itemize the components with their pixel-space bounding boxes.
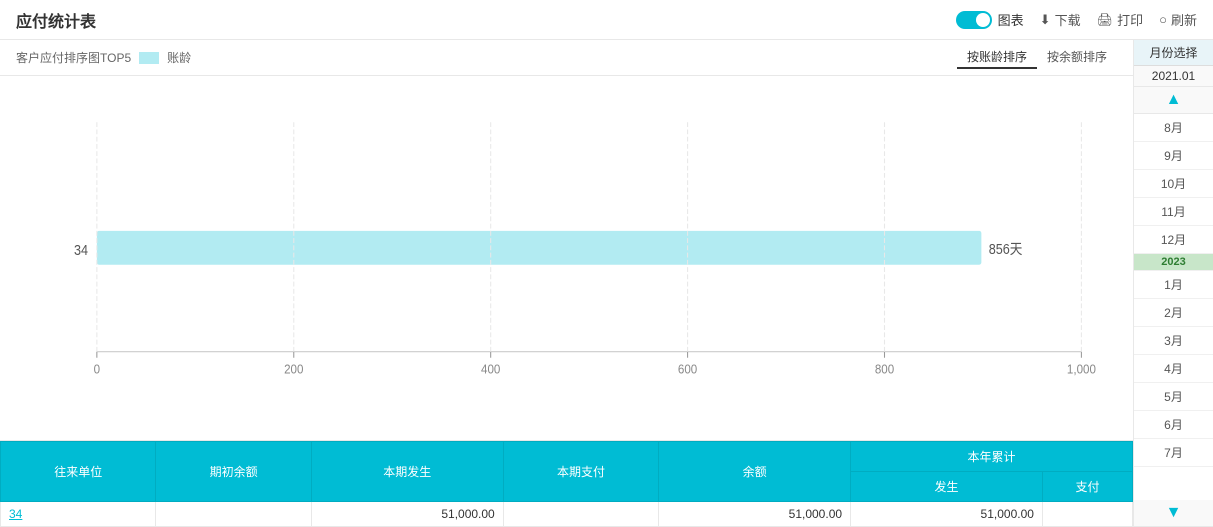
svg-text:0: 0 — [94, 362, 101, 377]
chart-toggle-wrap[interactable]: 图表 — [956, 10, 1024, 29]
print-button[interactable]: 🖨 打印 — [1097, 10, 1144, 29]
th-opening-balance: 期初余额 — [156, 442, 311, 502]
sidebar-item-sep[interactable]: 9月 — [1134, 142, 1213, 170]
page-header: 应付统计表 图表 ⬇ 下载 🖨 打印 ○ 刷新 — [0, 0, 1213, 40]
sidebar-item-jun[interactable]: 6月 — [1134, 411, 1213, 439]
download-icon: ⬇ — [1040, 12, 1051, 28]
chart-toggle-label: 图表 — [998, 10, 1024, 29]
td-ytd-occurrence: 51,000.00 — [851, 502, 1043, 527]
td-ytd-payment — [1042, 502, 1132, 527]
chart-toggle[interactable] — [956, 11, 992, 29]
th-ytd-payment: 支付 — [1042, 472, 1132, 502]
legend-label: 客户应付排序图TOP5 — [16, 49, 131, 66]
svg-text:600: 600 — [678, 362, 697, 377]
sidebar: 月份选择 2021.01 ▲ 8月 9月 10月 11月 12月 2023 1月… — [1133, 40, 1213, 527]
chart-legend: 客户应付排序图TOP5 账龄 — [16, 49, 191, 66]
th-balance: 余额 — [659, 442, 851, 502]
page-title: 应付统计表 — [16, 8, 96, 32]
main-content: 客户应付排序图TOP5 账龄 按账龄排序 按余额排序 34 856天 — [0, 40, 1213, 527]
data-table: 往来单位 期初余额 本期发生 本期支付 余额 本年累计 发生 支付 — [0, 441, 1133, 527]
th-ytd: 本年累计 — [851, 442, 1133, 472]
svg-text:856天: 856天 — [989, 241, 1023, 257]
table-section: 往来单位 期初余额 本期发生 本期支付 余额 本年累计 发生 支付 — [0, 440, 1133, 527]
legend-box — [139, 52, 159, 64]
th-current-payment: 本期支付 — [503, 442, 658, 502]
svg-text:800: 800 — [875, 362, 894, 377]
sidebar-item-nov[interactable]: 11月 — [1134, 198, 1213, 226]
chart-svg: 34 856天 0 200 400 600 — [60, 86, 1113, 400]
sidebar-current-date: 2021.01 — [1134, 66, 1213, 87]
sidebar-header: 月份选择 — [1134, 40, 1213, 66]
td-vendor[interactable]: 34 — [1, 502, 156, 527]
sidebar-item-aug[interactable]: 8月 — [1134, 114, 1213, 142]
header-actions: 图表 ⬇ 下载 🖨 打印 ○ 刷新 — [956, 10, 1197, 29]
sidebar-item-mar[interactable]: 3月 — [1134, 327, 1213, 355]
print-label: 打印 — [1117, 10, 1143, 29]
refresh-icon: ○ — [1159, 12, 1167, 27]
chart-section: 客户应付排序图TOP5 账龄 按账龄排序 按余额排序 34 856天 — [0, 40, 1133, 527]
svg-text:1,000: 1,000 — [1067, 362, 1096, 377]
refresh-button[interactable]: ○ 刷新 — [1159, 10, 1197, 29]
svg-text:400: 400 — [481, 362, 500, 377]
print-icon: 🖨 — [1097, 12, 1114, 28]
sort-by-balance-button[interactable]: 按余额排序 — [1037, 46, 1117, 69]
chart-area: 34 856天 0 200 400 600 — [0, 76, 1133, 440]
th-vendor: 往来单位 — [1, 442, 156, 502]
sort-buttons: 按账龄排序 按余额排序 — [957, 46, 1117, 69]
sidebar-scroll-down-button[interactable]: ▼ — [1134, 500, 1213, 527]
svg-text:34: 34 — [74, 242, 88, 258]
svg-text:200: 200 — [284, 362, 303, 377]
td-current-payment — [503, 502, 658, 527]
sidebar-item-dec[interactable]: 12月 — [1134, 226, 1213, 254]
td-current-occurrence: 51,000.00 — [311, 502, 503, 527]
sidebar-month-list: 8月 9月 10月 11月 12月 2023 1月 2月 3月 4月 5月 6月… — [1134, 114, 1213, 500]
sort-by-amount-button[interactable]: 按账龄排序 — [957, 46, 1037, 69]
td-balance: 51,000.00 — [659, 502, 851, 527]
page-wrapper: 应付统计表 图表 ⬇ 下载 🖨 打印 ○ 刷新 — [0, 0, 1213, 527]
refresh-label: 刷新 — [1171, 10, 1197, 29]
th-current-occurrence: 本期发生 — [311, 442, 503, 502]
td-opening-balance — [156, 502, 311, 527]
legend-box-label: 账龄 — [167, 49, 191, 66]
sidebar-item-jan[interactable]: 1月 — [1134, 271, 1213, 299]
table-row: 34 51,000.00 51,000.00 51,000.00 — [1, 502, 1133, 527]
sidebar-item-feb[interactable]: 2月 — [1134, 299, 1213, 327]
download-button[interactable]: ⬇ 下载 — [1040, 10, 1081, 29]
chart-controls: 客户应付排序图TOP5 账龄 按账龄排序 按余额排序 — [0, 40, 1133, 76]
sidebar-scroll-up-button[interactable]: ▲ — [1134, 87, 1213, 114]
sidebar-item-may[interactable]: 5月 — [1134, 383, 1213, 411]
download-label: 下载 — [1055, 10, 1081, 29]
sidebar-item-apr[interactable]: 4月 — [1134, 355, 1213, 383]
sidebar-item-jul[interactable]: 7月 — [1134, 439, 1213, 467]
sidebar-year-2023[interactable]: 2023 — [1134, 254, 1213, 271]
th-ytd-occurrence: 发生 — [851, 472, 1043, 502]
sidebar-item-oct[interactable]: 10月 — [1134, 170, 1213, 198]
